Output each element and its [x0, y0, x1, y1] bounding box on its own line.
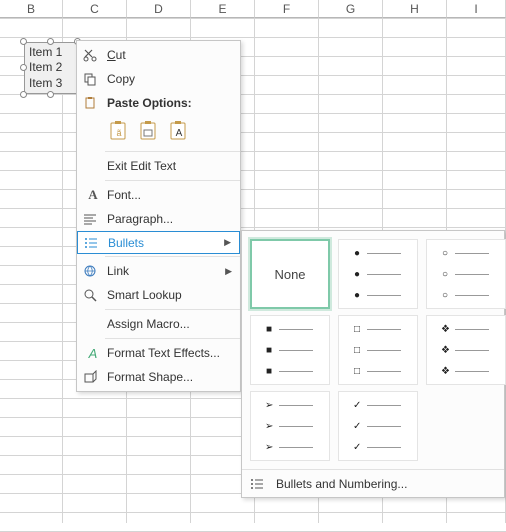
bullets-submenu: None ● ● ● ○ ○ ○ ■ ■ ■ □ □ □ ❖ ❖ ❖ ➢ ➢ [241, 230, 505, 498]
bullet-option-arrowhead[interactable]: ➢ ➢ ➢ [250, 391, 330, 461]
col-header-h[interactable]: H [383, 0, 447, 18]
bullet-option-filled-round[interactable]: ● ● ● [338, 239, 418, 309]
menu-paragraph[interactable]: Paragraph... [77, 207, 240, 231]
bullet-option-filled-square[interactable]: ■ ■ ■ [250, 315, 330, 385]
menu-label: Link [103, 264, 225, 278]
menu-label: Font... [103, 188, 234, 202]
bullets-and-numbering[interactable]: Bullets and Numbering... [242, 469, 504, 497]
text-effects-icon: A [83, 346, 103, 361]
textbox-item: Item 2 [29, 60, 72, 75]
search-icon [83, 288, 103, 302]
paragraph-icon [83, 213, 103, 225]
bullet-option-none[interactable]: None [250, 239, 330, 309]
menu-label: Paragraph... [103, 212, 234, 226]
submenu-arrow-icon: ▶ [225, 266, 234, 277]
menu-exit-edit-text[interactable]: Exit Edit Text [77, 154, 240, 178]
bullet-option-four-diamond[interactable]: ❖ ❖ ❖ [426, 315, 506, 385]
bullets-icon [84, 237, 104, 249]
menu-label: Paste Options: [103, 96, 234, 110]
menu-label: Format Shape... [103, 370, 234, 384]
resize-handle[interactable] [47, 91, 54, 98]
menu-label: Smart Lookup [103, 288, 234, 302]
scissors-icon [83, 48, 103, 62]
bullets-icon [250, 478, 272, 490]
svg-text:A: A [176, 128, 183, 139]
bullet-option-hollow-square[interactable]: □ □ □ [338, 315, 418, 385]
menu-label: Bullets [104, 236, 224, 250]
col-header-g[interactable]: G [319, 0, 383, 18]
col-header-d[interactable]: D [127, 0, 191, 18]
menu-bullets[interactable]: Bullets ▶ [77, 231, 240, 254]
textbox-shape[interactable]: Item 1 Item 2 Item 3 [24, 42, 77, 94]
menu-paste-options-header: Paste Options: [77, 91, 240, 115]
resize-handle[interactable] [20, 38, 27, 45]
col-header-e[interactable]: E [191, 0, 255, 18]
menu-smart-lookup[interactable]: Smart Lookup [77, 283, 240, 307]
menu-format-text-effects[interactable]: A Format Text Effects... [77, 341, 240, 365]
menu-label: Bullets and Numbering... [272, 477, 496, 491]
font-icon: A [83, 187, 103, 203]
bullet-none-label: None [274, 267, 305, 282]
menu-font[interactable]: A Font... [77, 183, 240, 207]
clipboard-icon [83, 96, 103, 110]
resize-handle[interactable] [47, 38, 54, 45]
submenu-arrow-icon: ▶ [224, 237, 233, 248]
resize-handle[interactable] [20, 91, 27, 98]
paste-option-picture[interactable] [137, 119, 161, 143]
menu-format-shape[interactable]: Format Shape... [77, 365, 240, 389]
menu-assign-macro[interactable]: Assign Macro... [77, 312, 240, 336]
paste-option-text-only[interactable]: A [167, 119, 191, 143]
col-header-i[interactable]: I [447, 0, 506, 18]
menu-label: Assign Macro... [103, 317, 234, 331]
bullet-option-hollow-round[interactable]: ○ ○ ○ [426, 239, 506, 309]
menu-link[interactable]: Link ▶ [77, 259, 240, 283]
paste-options-row: ã A [77, 115, 240, 149]
menu-label: Cut [103, 48, 234, 62]
col-header-b[interactable]: B [0, 0, 63, 18]
textbox-item: Item 1 [29, 45, 72, 60]
link-icon [83, 264, 103, 278]
textbox-item: Item 3 [29, 76, 72, 91]
context-menu: Cut Copy Paste Options: ã A Exit Edit Te… [76, 40, 241, 392]
menu-copy[interactable]: Copy [77, 67, 240, 91]
resize-handle[interactable] [20, 64, 27, 71]
svg-text:ã: ã [116, 128, 121, 138]
format-shape-icon [83, 370, 103, 384]
menu-label: Format Text Effects... [103, 346, 234, 360]
col-header-f[interactable]: F [255, 0, 319, 18]
copy-icon [83, 72, 103, 86]
col-header-c[interactable]: C [63, 0, 127, 18]
menu-cut[interactable]: Cut [77, 43, 240, 67]
menu-label: Copy [103, 72, 234, 86]
paste-option-keep-source[interactable]: ã [107, 119, 131, 143]
menu-label: Exit Edit Text [103, 159, 234, 173]
bullet-option-checkmark[interactable]: ✓ ✓ ✓ [338, 391, 418, 461]
